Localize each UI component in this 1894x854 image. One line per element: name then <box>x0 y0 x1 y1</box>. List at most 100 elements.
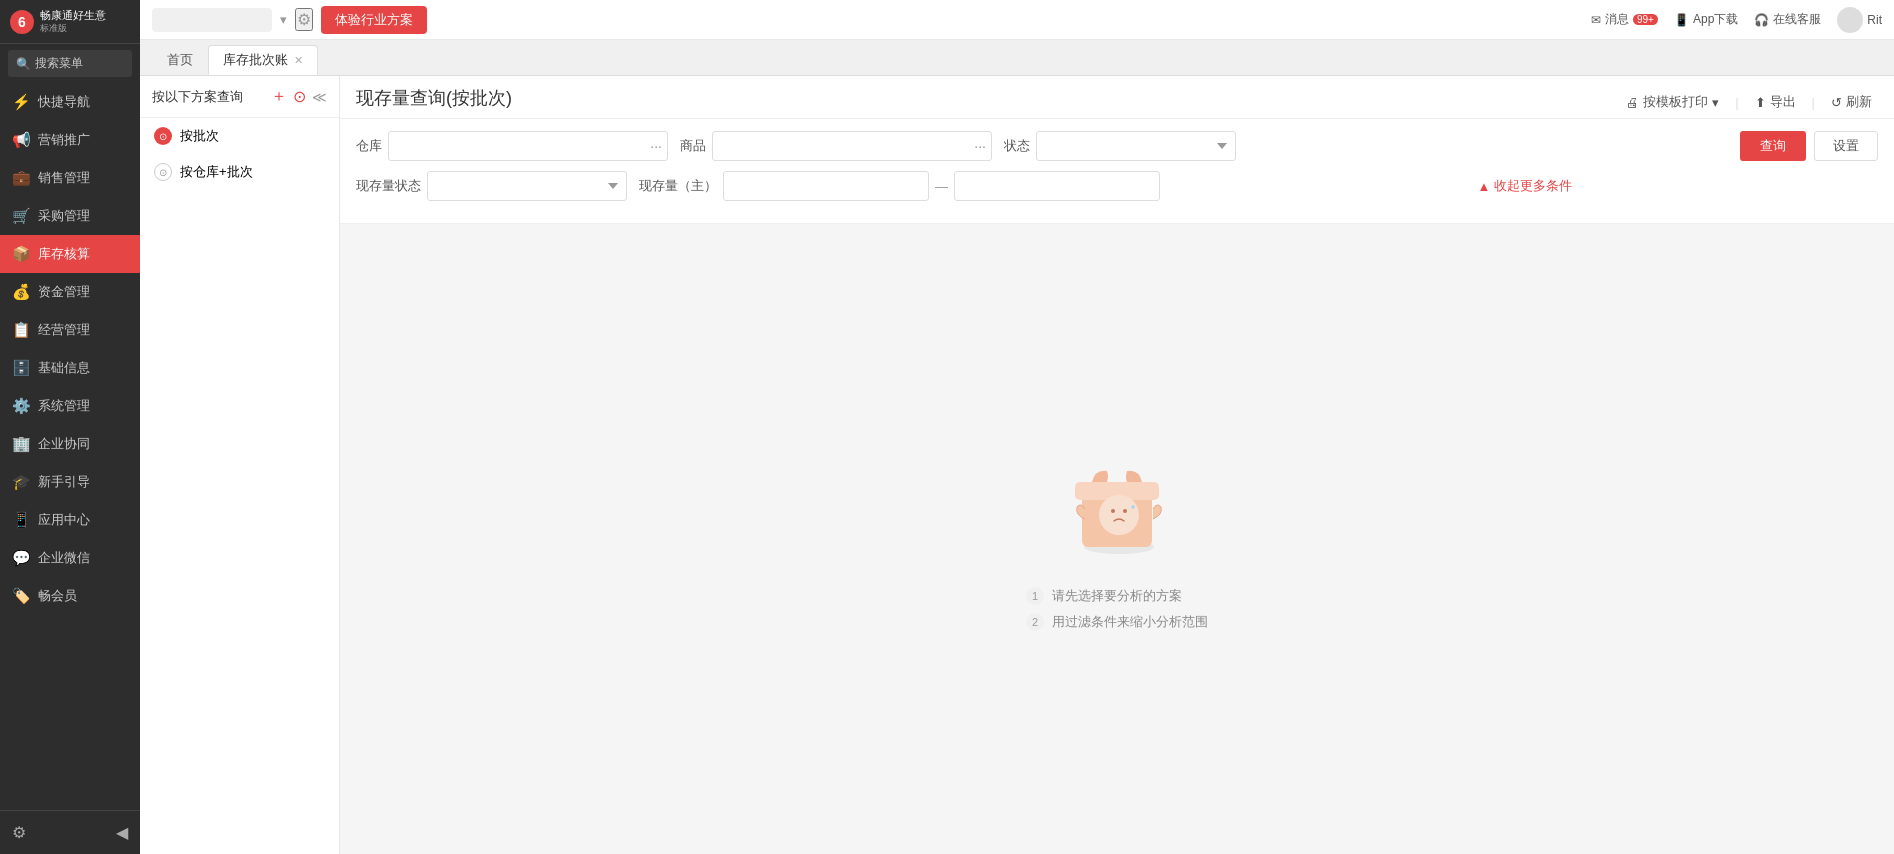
topbar-search-input[interactable] <box>152 8 272 32</box>
sidebar-item-quick-nav[interactable]: ⚡ 快捷导航 <box>0 83 140 121</box>
instruction-text-2: 用过滤条件来缩小分析范围 <box>1052 613 1208 631</box>
trial-button[interactable]: 体验行业方案 <box>321 6 427 34</box>
filter-area: 仓库 ··· 商品 ··· 状态 <box>340 119 1894 224</box>
collapse-filter-button[interactable]: ▲ 收起更多条件 <box>1478 177 1573 195</box>
apps-icon: 📱 <box>12 511 30 529</box>
member-icon: 🏷️ <box>12 587 30 605</box>
product-label: 商品 <box>680 137 706 155</box>
refresh-icon: ↺ <box>1831 95 1842 110</box>
settings-icon[interactable]: ⚙ <box>8 819 30 846</box>
message-icon: ✉ <box>1591 13 1601 27</box>
brand-sub: 标准版 <box>40 22 106 35</box>
brand-icon: 6 <box>10 10 34 34</box>
quick-nav-icon: ⚡ <box>12 93 30 111</box>
wechat-icon: 💬 <box>12 549 30 567</box>
svg-point-4 <box>1111 509 1115 513</box>
app-download-button[interactable]: 📱 App下载 <box>1674 11 1738 28</box>
app-icon: 📱 <box>1674 13 1689 27</box>
scheme-secondary-icon: ⊙ <box>154 163 172 181</box>
sidebar-item-enterprise[interactable]: 🏢 企业协同 <box>0 425 140 463</box>
basics-icon: 🗄️ <box>12 359 30 377</box>
filter-row-1: 仓库 ··· 商品 ··· 状态 <box>356 131 1878 161</box>
print-button[interactable]: 🖨 按模板打印 ▾ <box>1620 90 1725 114</box>
sidebar-item-finance[interactable]: 💰 资金管理 <box>0 273 140 311</box>
tab-inventory-batch-label: 库存批次账 <box>223 51 288 69</box>
print-chevron-icon: ▾ <box>1712 95 1719 110</box>
product-input-wrap: ··· <box>712 131 992 161</box>
collapse-icon: ▲ <box>1478 179 1491 194</box>
customer-service-button[interactable]: 🎧 在线客服 <box>1754 11 1821 28</box>
scheme-item-warehouse-batch[interactable]: ⊙ 按仓库+批次 <box>140 154 339 190</box>
right-main: 现存量查询(按批次) 🖨 按模板打印 ▾ | ⬆ 导出 | <box>340 76 1894 854</box>
tab-inventory-batch[interactable]: 库存批次账 ✕ <box>208 45 318 75</box>
sidebar-item-label-purchase: 采购管理 <box>38 207 90 225</box>
operations-icon: 📋 <box>12 321 30 339</box>
sidebar-item-purchase[interactable]: 🛒 采购管理 <box>0 197 140 235</box>
message-label: 消息 <box>1605 11 1629 28</box>
scheme-panel-title: 按以下方案查询 <box>152 88 243 106</box>
product-search-icon[interactable]: ··· <box>974 138 986 154</box>
sidebar-item-basics[interactable]: 🗄️ 基础信息 <box>0 349 140 387</box>
sidebar-item-label-finance: 资金管理 <box>38 283 90 301</box>
topbar-gear-icon[interactable]: ⚙ <box>295 8 313 31</box>
collapse-panel-button[interactable]: ≪ <box>312 89 327 105</box>
warehouse-search-icon[interactable]: ··· <box>650 138 662 154</box>
scheme-settings-button[interactable]: ⊙ <box>293 87 306 106</box>
add-scheme-button[interactable]: ＋ <box>271 86 287 107</box>
collapse-sidebar-button[interactable]: ◀ <box>112 819 132 846</box>
sidebar-item-inventory[interactable]: 📦 库存核算 <box>0 235 140 273</box>
export-icon: ⬆ <box>1755 95 1766 110</box>
inventory-icon: 📦 <box>12 245 30 263</box>
topbar-right: ✉ 消息 99+ 📱 App下载 🎧 在线客服 Rit <box>1591 7 1882 33</box>
export-label: 导出 <box>1770 93 1796 111</box>
avatar <box>1837 7 1863 33</box>
search-menu-button[interactable]: 🔍 搜索菜单 <box>8 50 132 77</box>
product-input[interactable] <box>712 131 992 161</box>
stock-qty-from-input[interactable] <box>723 171 929 201</box>
message-button[interactable]: ✉ 消息 99+ <box>1591 11 1658 28</box>
warehouse-filter: 仓库 ··· <box>356 131 668 161</box>
stock-status-filter: 现存量状态 <box>356 171 627 201</box>
topbar-chevron-icon: ▾ <box>280 12 287 27</box>
scheme-item-batch[interactable]: ⊙ 按批次 <box>140 118 339 154</box>
scheme-panel-header: 按以下方案查询 ＋ ⊙ ≪ <box>140 76 339 118</box>
sidebar-item-wechat[interactable]: 💬 企业微信 <box>0 539 140 577</box>
tab-home[interactable]: 首页 <box>152 45 208 75</box>
svg-point-3 <box>1099 495 1139 535</box>
stock-qty-label: 现存量（主） <box>639 177 717 195</box>
sidebar-item-sales[interactable]: 💼 销售管理 <box>0 159 140 197</box>
query-button[interactable]: 查询 <box>1740 131 1806 161</box>
sidebar-search-area: 🔍 搜索菜单 <box>0 44 140 83</box>
stock-qty-to-input[interactable] <box>954 171 1160 201</box>
stock-status-select[interactable] <box>427 171 627 201</box>
user-menu[interactable]: Rit <box>1837 7 1882 33</box>
sidebar-header: 6 畅康通好生意 标准版 <box>0 0 140 44</box>
scheme-batch-label: 按批次 <box>180 127 219 145</box>
warehouse-input[interactable] <box>388 131 668 161</box>
sidebar-item-member[interactable]: 🏷️ 畅会员 <box>0 577 140 615</box>
settings-button[interactable]: 设置 <box>1814 131 1878 161</box>
instruction-item-1: 1 请先选择要分析的方案 <box>1026 587 1208 605</box>
sidebar-item-operations[interactable]: 📋 经营管理 <box>0 311 140 349</box>
system-icon: ⚙️ <box>12 397 30 415</box>
page-header-actions: 🖨 按模板打印 ▾ | ⬆ 导出 | ↺ 刷新 <box>1620 90 1878 114</box>
sidebar-item-apps[interactable]: 📱 应用中心 <box>0 501 140 539</box>
empty-instructions: 1 请先选择要分析的方案 2 用过滤条件来缩小分析范围 <box>1026 587 1208 631</box>
tab-close-icon[interactable]: ✕ <box>294 54 303 67</box>
sidebar-item-marketing[interactable]: 📢 营销推广 <box>0 121 140 159</box>
search-menu-label: 搜索菜单 <box>35 55 83 72</box>
collapse-label: 收起更多条件 <box>1494 177 1572 195</box>
sidebar-item-label-inventory: 库存核算 <box>38 245 90 263</box>
refresh-button[interactable]: ↺ 刷新 <box>1825 90 1878 114</box>
sidebar-item-label-member: 畅会员 <box>38 587 77 605</box>
sidebar-item-system[interactable]: ⚙️ 系统管理 <box>0 387 140 425</box>
instruction-item-2: 2 用过滤条件来缩小分析范围 <box>1026 613 1208 631</box>
message-badge: 99+ <box>1633 14 1658 25</box>
scheme-primary-icon: ⊙ <box>154 127 172 145</box>
sidebar-item-newbie[interactable]: 🎓 新手引导 <box>0 463 140 501</box>
export-button[interactable]: ⬆ 导出 <box>1749 90 1802 114</box>
empty-state: 1 请先选择要分析的方案 2 用过滤条件来缩小分析范围 <box>340 224 1894 854</box>
instruction-text-1: 请先选择要分析的方案 <box>1052 587 1182 605</box>
status-select[interactable] <box>1036 131 1236 161</box>
topbar-nav: ▾ ⚙ 体验行业方案 <box>152 6 1583 34</box>
